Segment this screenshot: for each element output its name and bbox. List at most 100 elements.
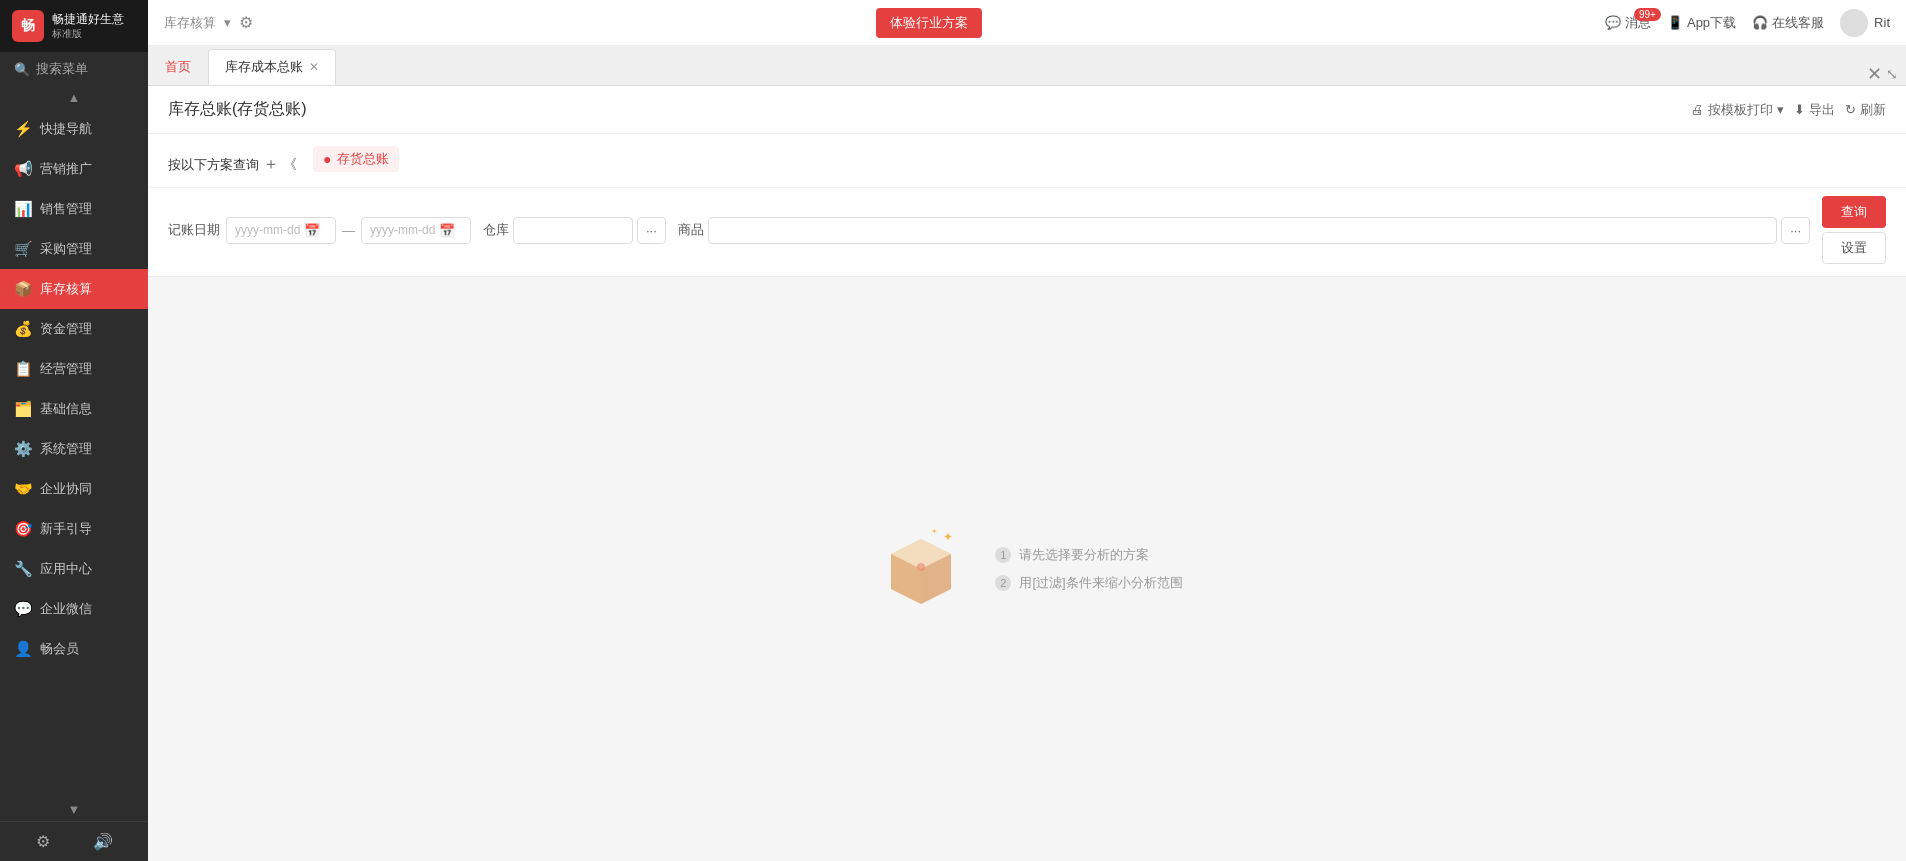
calendar-from-icon[interactable]: 📅 (304, 223, 320, 238)
service-icon: 🎧 (1752, 15, 1768, 30)
scroll-up-btn[interactable]: ▲ (0, 86, 148, 109)
tab-close-icon[interactable]: ✕ (309, 60, 319, 74)
date-to-input[interactable]: yyyy-mm-dd 📅 (361, 217, 471, 244)
topbar-right: 💬 消息 99+ 📱 App下载 🎧 在线客服 Rit (1605, 9, 1890, 37)
avatar (1840, 9, 1868, 37)
sidebar-item-quick-nav[interactable]: ⚡ 快捷导航 (0, 109, 148, 149)
sidebar-item-wechat[interactable]: 💬 企业微信 (0, 589, 148, 629)
user-area[interactable]: Rit (1840, 9, 1890, 37)
purchase-icon: 🛒 (14, 240, 32, 258)
svg-text:✦: ✦ (931, 527, 938, 536)
empty-tips: 1 请先选择要分析的方案 2 用[过滤]条件来缩小分析范围 (995, 546, 1182, 592)
sales-icon: 📊 (14, 200, 32, 218)
date-label: 记账日期 (168, 221, 220, 239)
sidebar-item-finance[interactable]: 💰 资金管理 (0, 309, 148, 349)
sidebar-item-basic[interactable]: 🗂️ 基础信息 (0, 389, 148, 429)
sidebar-search[interactable]: 🔍 搜索菜单 (0, 52, 148, 86)
tip-num-1: 1 (995, 547, 1011, 563)
filter-label: 按以下方案查询 ＋ 《 (168, 146, 297, 175)
filter-scheme-item[interactable]: ● 存货总账 (313, 146, 399, 172)
main-area: 库存核算 ▾ ⚙ 体验行业方案 💬 消息 99+ 📱 App下载 🎧 在线客服 … (148, 0, 1906, 861)
message-icon: 💬 (1605, 15, 1621, 30)
sidebar-item-marketing[interactable]: 📢 营销推广 (0, 149, 148, 189)
date-from-input[interactable]: yyyy-mm-dd 📅 (226, 217, 336, 244)
logo-icon: 畅 (12, 10, 44, 42)
message-badge: 99+ (1634, 8, 1661, 21)
sidebar-item-system[interactable]: ⚙️ 系统管理 (0, 429, 148, 469)
filter-area: 按以下方案查询 ＋ 《 ● 存货总账 (148, 134, 1906, 188)
quick-nav-icon: ⚡ (14, 120, 32, 138)
filter-inputs: 记账日期 yyyy-mm-dd 📅 — yyyy-mm-dd 📅 仓库 ··· … (148, 188, 1906, 277)
settings-btn[interactable]: 设置 (1822, 232, 1886, 264)
goods-field: 商品 ··· (678, 217, 1810, 244)
sidebar-item-guide[interactable]: 🎯 新手引导 (0, 509, 148, 549)
app-download-btn[interactable]: 📱 App下载 (1667, 14, 1736, 32)
user-name: Rit (1874, 15, 1890, 30)
svg-text:✦: ✦ (943, 530, 953, 544)
filter-collapse-btn[interactable]: 《 (283, 156, 297, 174)
date-field: 记账日期 yyyy-mm-dd 📅 — yyyy-mm-dd 📅 (168, 217, 471, 244)
window-resize-btn[interactable]: ⤡ (1886, 66, 1898, 82)
guide-icon: 🎯 (14, 520, 32, 538)
tab-home[interactable]: 首页 (148, 49, 208, 85)
goods-label: 商品 (678, 221, 704, 239)
sidebar-item-inventory[interactable]: 📦 库存核算 (0, 269, 148, 309)
print-icon: 🖨 (1691, 102, 1704, 117)
appstore-icon: 🔧 (14, 560, 32, 578)
wechat-icon: 💬 (14, 600, 32, 618)
content-area: ✦ ✦ 1 请先选择要分析的方案 2 用[过滤]条件来缩小分析范围 (148, 277, 1906, 861)
topbar-breadcrumb: 库存核算 (164, 14, 216, 32)
topbar-dropdown-icon[interactable]: ▾ (224, 15, 231, 30)
online-service-btn[interactable]: 🎧 在线客服 (1752, 14, 1824, 32)
trial-btn[interactable]: 体验行业方案 (876, 8, 982, 38)
message-btn[interactable]: 💬 消息 99+ (1605, 14, 1651, 32)
sidebar-item-sales[interactable]: 📊 销售管理 (0, 189, 148, 229)
svg-point-6 (917, 563, 925, 571)
tabs-bar: 首页 库存成本总账 ✕ ✕ ⤡ (148, 46, 1906, 86)
sidebar: 畅 畅捷通好生意 标准版 🔍 搜索菜单 ▲ ⚡ 快捷导航 📢 营销推广 📊 销售… (0, 0, 148, 861)
page-header: 库存总账(存货总账) 🖨 按模板打印 ▾ ⬇ 导出 ↻ 刷新 (148, 86, 1906, 134)
date-separator: — (342, 223, 355, 238)
sidebar-footer: ⚙ 🔊 (0, 821, 148, 861)
warehouse-more-btn[interactable]: ··· (637, 217, 666, 244)
scheme-icon: ● (323, 151, 331, 167)
mute-icon[interactable]: 🔊 (93, 832, 113, 851)
sidebar-item-appstore[interactable]: 🔧 应用中心 (0, 549, 148, 589)
search-icon: 🔍 (14, 62, 30, 77)
refresh-icon: ↻ (1845, 102, 1856, 117)
page-actions: 🖨 按模板打印 ▾ ⬇ 导出 ↻ 刷新 (1691, 101, 1886, 119)
empty-tip-1: 1 请先选择要分析的方案 (995, 546, 1182, 564)
action-buttons: 查询 设置 (1822, 196, 1886, 264)
tab-inventory-ledger[interactable]: 库存成本总账 ✕ (208, 49, 336, 85)
tip-text-2: 用[过滤]条件来缩小分析范围 (1019, 574, 1182, 592)
empty-illustration: ✦ ✦ (871, 519, 971, 619)
logo-text: 畅捷通好生意 标准版 (52, 12, 124, 41)
sidebar-item-corp[interactable]: 🤝 企业协同 (0, 469, 148, 509)
print-dropdown-icon: ▾ (1777, 102, 1784, 117)
sidebar-item-purchase[interactable]: 🛒 采购管理 (0, 229, 148, 269)
inventory-icon: 📦 (14, 280, 32, 298)
tip-text-1: 请先选择要分析的方案 (1019, 546, 1149, 564)
calendar-to-icon[interactable]: 📅 (439, 223, 455, 238)
system-icon: ⚙️ (14, 440, 32, 458)
warehouse-input[interactable] (513, 217, 633, 244)
search-btn[interactable]: 查询 (1822, 196, 1886, 228)
print-btn[interactable]: 🖨 按模板打印 ▾ (1691, 101, 1784, 119)
sidebar-nav: ⚡ 快捷导航 📢 营销推广 📊 销售管理 🛒 采购管理 📦 库存核算 💰 资金管… (0, 109, 148, 798)
window-close-btn[interactable]: ✕ (1867, 63, 1882, 85)
goods-input[interactable] (708, 217, 1777, 244)
filter-add-btn[interactable]: ＋ (263, 154, 279, 175)
export-btn[interactable]: ⬇ 导出 (1794, 101, 1835, 119)
topbar-settings-icon[interactable]: ⚙ (239, 13, 253, 32)
scroll-down-btn[interactable]: ▼ (0, 798, 148, 821)
settings-icon[interactable]: ⚙ (36, 832, 50, 851)
empty-tip-2: 2 用[过滤]条件来缩小分析范围 (995, 574, 1182, 592)
finance-icon: 💰 (14, 320, 32, 338)
sidebar-item-member[interactable]: 👤 畅会员 (0, 629, 148, 669)
refresh-btn[interactable]: ↻ 刷新 (1845, 101, 1886, 119)
goods-more-btn[interactable]: ··· (1781, 217, 1810, 244)
sidebar-item-operation[interactable]: 📋 经营管理 (0, 349, 148, 389)
export-icon: ⬇ (1794, 102, 1805, 117)
tabs-right-actions: ✕ ⤡ (1867, 63, 1906, 85)
topbar-left: 库存核算 ▾ ⚙ (164, 13, 253, 32)
